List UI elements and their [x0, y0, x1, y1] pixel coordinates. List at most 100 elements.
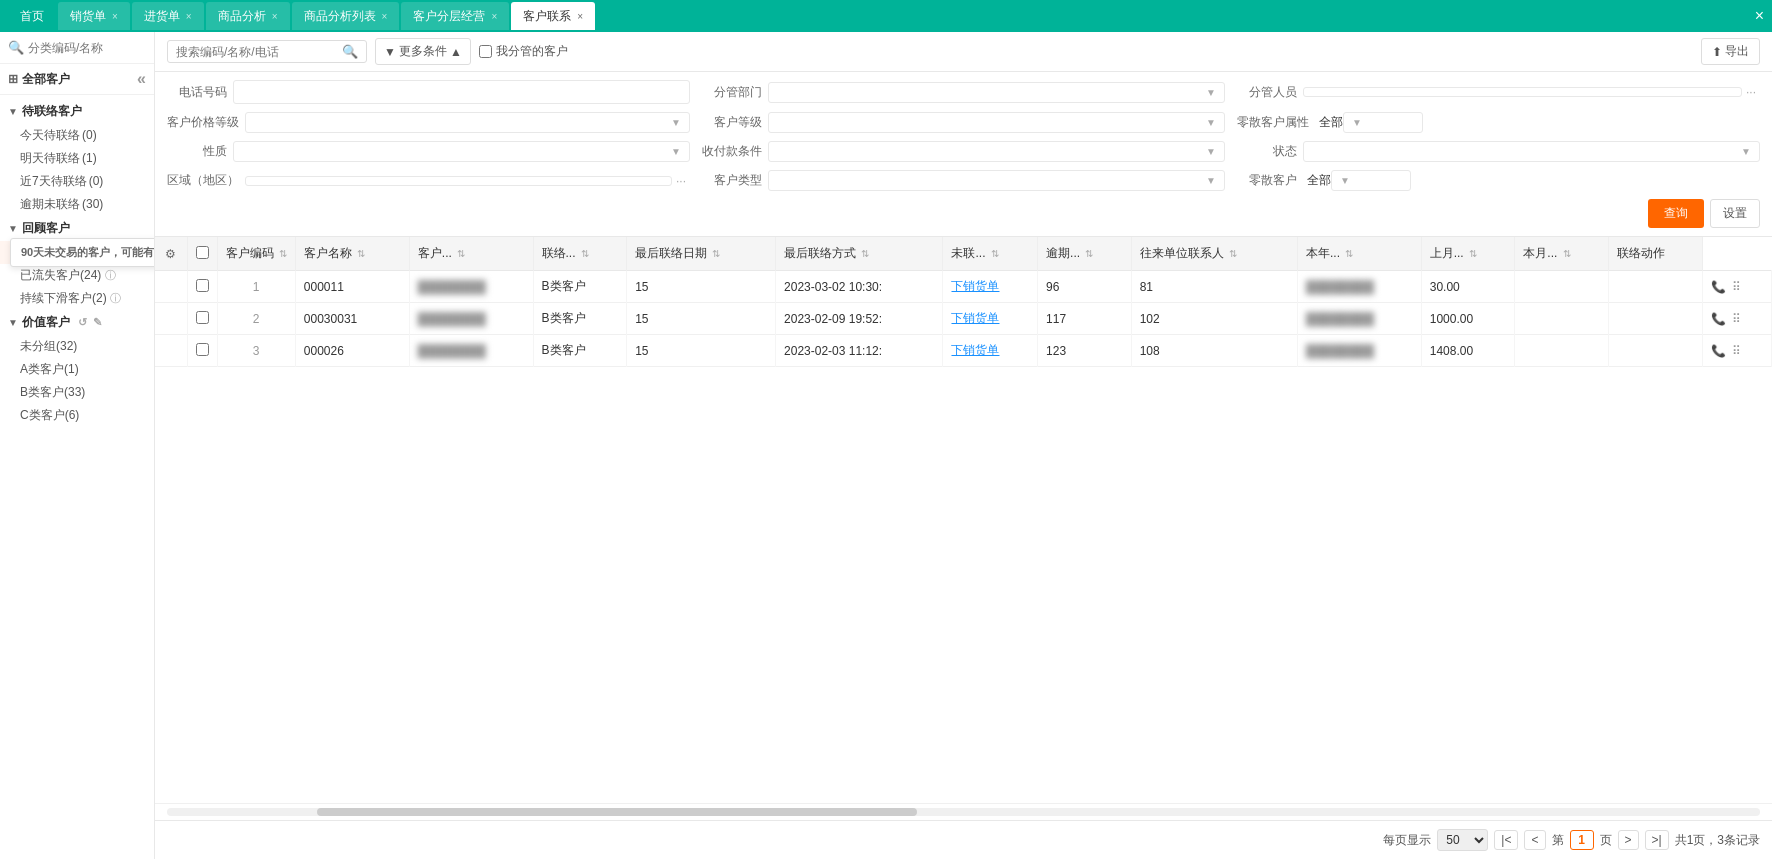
col-settings[interactable]: ⚙: [155, 237, 187, 271]
dept-select[interactable]: ▼: [768, 82, 1225, 103]
close-goods-analysis-icon[interactable]: ×: [272, 11, 278, 22]
row-last-way: 下销货单: [943, 303, 1038, 335]
close-customer-tier-icon[interactable]: ×: [491, 11, 497, 22]
sidebar-group-value[interactable]: ▼ 价值客户 ↺ ✎: [0, 310, 154, 335]
sidebar-item-class-b[interactable]: B类客户(33): [0, 381, 154, 404]
sidebar-item-today[interactable]: 今天待联络(0): [0, 124, 154, 147]
value-edit-icon[interactable]: ✎: [93, 316, 102, 329]
tab-customer-tier-label: 客户分层经营: [413, 8, 485, 25]
sidebar-item-class-c[interactable]: C类客户(6): [0, 404, 154, 427]
tab-customer-contact[interactable]: 客户联系 ×: [511, 2, 595, 30]
tab-sales[interactable]: 销货单 ×: [58, 2, 130, 30]
row-action-phone-icon[interactable]: 📞: [1711, 280, 1726, 294]
row-action-icons: 📞 ⠿: [1703, 271, 1772, 303]
sort-way-icon[interactable]: ⇅: [861, 248, 869, 259]
per-page-select[interactable]: 50 100 200: [1437, 829, 1488, 851]
tab-customer-tier[interactable]: 客户分层经营 ×: [401, 2, 509, 30]
row-action-phone-icon[interactable]: 📞: [1711, 312, 1726, 326]
scatter-value: 全部: [1307, 172, 1331, 189]
next-page-button[interactable]: >: [1618, 830, 1639, 850]
row-customer-type: B类客户: [533, 303, 627, 335]
more-filter-button[interactable]: ▼ 更多条件 ▲: [375, 38, 471, 65]
first-page-button[interactable]: |<: [1494, 830, 1518, 850]
search-input[interactable]: [176, 45, 342, 59]
sort-this-month-icon[interactable]: ⇅: [1563, 248, 1571, 259]
sort-unit-icon[interactable]: ⇅: [1229, 248, 1237, 259]
row-settings: [155, 335, 187, 367]
sidebar-item-tomorrow[interactable]: 明天待联络(1): [0, 147, 154, 170]
close-purchase-icon[interactable]: ×: [186, 11, 192, 22]
person-select[interactable]: [1303, 87, 1742, 97]
sidebar-item-ungrouped[interactable]: 未分组(32): [0, 335, 154, 358]
sort-contact-icon[interactable]: ⇅: [581, 248, 589, 259]
scatter-attr-select[interactable]: ▼: [1343, 112, 1423, 133]
my-customer-checkbox-area[interactable]: 我分管的客户: [479, 43, 568, 60]
row-action-more-icon[interactable]: ⠿: [1732, 280, 1741, 294]
price-level-select[interactable]: ▼: [245, 112, 690, 133]
sort-overdue-icon[interactable]: ⇅: [1085, 248, 1093, 259]
col-code: 客户编码 ⇅: [217, 237, 295, 271]
sort-date-icon[interactable]: ⇅: [712, 248, 720, 259]
row-last-way-link[interactable]: 下销货单: [951, 343, 999, 357]
horizontal-scrollbar[interactable]: [155, 803, 1772, 820]
sort-code-icon[interactable]: ⇅: [279, 248, 287, 259]
query-button[interactable]: 查询: [1648, 199, 1704, 228]
sidebar-item-7days[interactable]: 近7天待联络(0): [0, 170, 154, 193]
collapse-icon[interactable]: «: [137, 70, 146, 88]
row-last-way-link[interactable]: 下销货单: [951, 279, 999, 293]
sidebar-item-churned[interactable]: 已流失客户(24) ⓘ: [0, 264, 154, 287]
row-name: ████████: [409, 303, 533, 335]
phone-input[interactable]: [233, 80, 690, 104]
status-select[interactable]: ▼: [1303, 141, 1760, 162]
nature-select[interactable]: ▼: [233, 141, 690, 162]
tab-home[interactable]: 首页: [8, 2, 56, 30]
search-icon[interactable]: 🔍: [342, 44, 358, 59]
tab-goods-analysis[interactable]: 商品分析 ×: [206, 2, 290, 30]
close-sales-icon[interactable]: ×: [112, 11, 118, 22]
grade-select[interactable]: ▼: [768, 112, 1225, 133]
my-customer-label: 我分管的客户: [496, 43, 568, 60]
region-select[interactable]: [245, 176, 672, 186]
scrollbar-thumb[interactable]: [317, 808, 917, 816]
last-page-button[interactable]: >|: [1645, 830, 1669, 850]
select-all-checkbox[interactable]: [196, 246, 209, 259]
prev-page-button[interactable]: <: [1524, 830, 1545, 850]
sidebar-all-customers[interactable]: ⊞ 全部客户 «: [0, 64, 154, 95]
row-checkbox-2[interactable]: [196, 343, 209, 356]
close-customer-contact-icon[interactable]: ×: [577, 11, 583, 22]
scatter-attr-value: 全部: [1319, 114, 1343, 131]
review-tooltip: 90天未交易的客户，可能有流失风险。: [10, 238, 154, 267]
sidebar-group-pending[interactable]: ▼ 待联络客户: [0, 99, 154, 124]
tab-purchase[interactable]: 进货单 ×: [132, 2, 204, 30]
sidebar-item-overdue[interactable]: 逾期未联络(30): [0, 193, 154, 216]
sidebar-item-class-a[interactable]: A类客户(1): [0, 358, 154, 381]
row-action-more-icon[interactable]: ⠿: [1732, 344, 1741, 358]
settings-button[interactable]: 设置: [1710, 199, 1760, 228]
customer-type-select[interactable]: ▼: [768, 170, 1225, 191]
row-action-phone-icon[interactable]: 📞: [1711, 344, 1726, 358]
close-goods-list-icon[interactable]: ×: [382, 11, 388, 22]
sidebar-group-review[interactable]: ▼ 回顾客户 90天未交易的客户，可能有流失风险。: [0, 216, 154, 241]
sidebar-item-declining[interactable]: 持续下滑客户(2) ⓘ: [0, 287, 154, 310]
scatter-select[interactable]: ▼: [1331, 170, 1411, 191]
person-dots-icon[interactable]: ···: [1742, 85, 1760, 99]
payment-select[interactable]: ▼: [768, 141, 1225, 162]
sidebar-search-input[interactable]: [28, 41, 155, 55]
row-checkbox-0[interactable]: [196, 279, 209, 292]
region-dots-icon[interactable]: ···: [672, 174, 690, 188]
tab-goods-list[interactable]: 商品分析列表 ×: [292, 2, 400, 30]
export-button[interactable]: ⬆ 导出: [1701, 38, 1760, 65]
col-this-month: 本月... ⇅: [1515, 237, 1609, 271]
my-customer-checkbox[interactable]: [479, 45, 492, 58]
sort-type-icon[interactable]: ⇅: [457, 248, 465, 259]
window-close-button[interactable]: ×: [1755, 7, 1764, 25]
filter-nature: 性质 ▼: [167, 141, 690, 162]
sort-name-icon[interactable]: ⇅: [357, 248, 365, 259]
row-last-way-link[interactable]: 下销货单: [951, 311, 999, 325]
sort-last-month-icon[interactable]: ⇅: [1469, 248, 1477, 259]
row-checkbox-1[interactable]: [196, 311, 209, 324]
sort-this-year-icon[interactable]: ⇅: [1345, 248, 1353, 259]
sort-uncontacted-icon[interactable]: ⇅: [991, 248, 999, 259]
value-refresh-icon[interactable]: ↺: [78, 316, 87, 329]
row-action-more-icon[interactable]: ⠿: [1732, 312, 1741, 326]
